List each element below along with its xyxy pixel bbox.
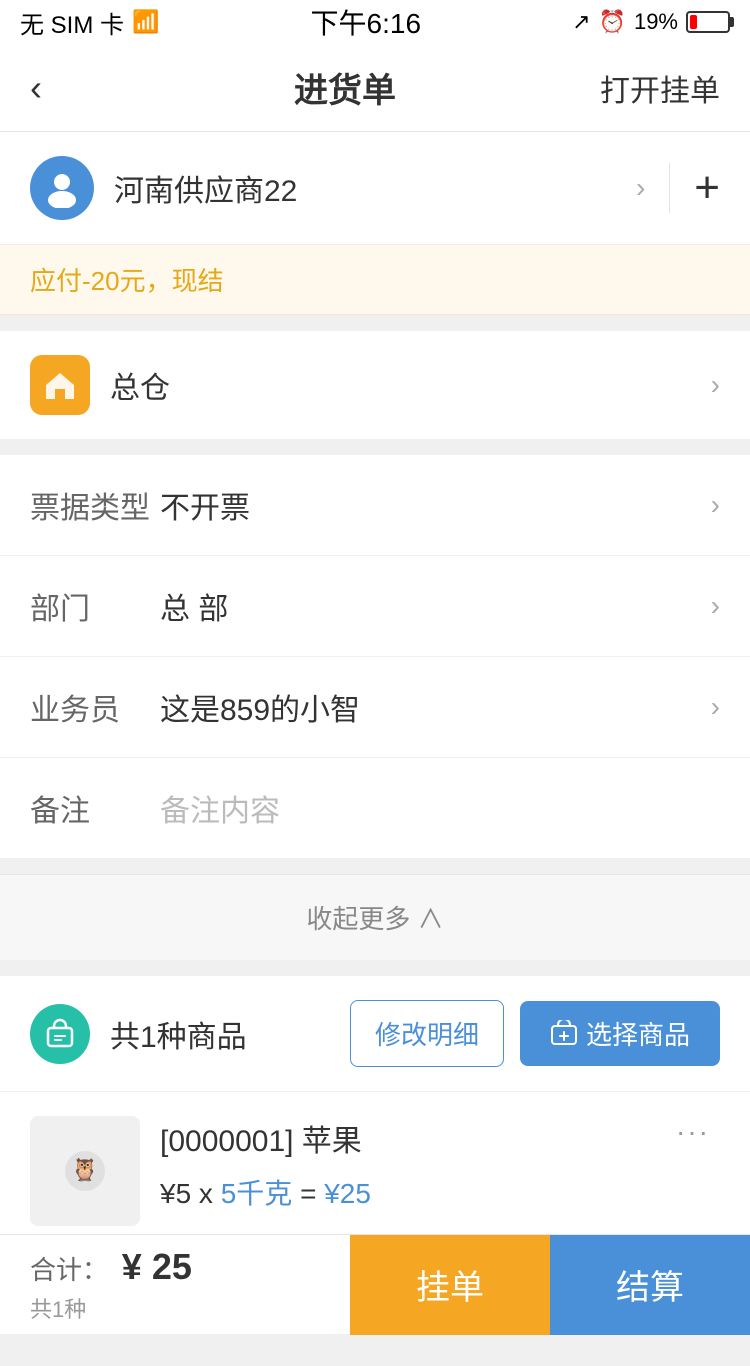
supplier-section: 河南供应商22 › + 应付-20元，现结 — [0, 132, 750, 315]
product-header: 共1种商品 修改明细 选择商品 — [0, 976, 750, 1092]
remark-placeholder: 备注内容 — [160, 786, 720, 830]
invoice-label: 票据类型 — [30, 483, 160, 527]
invoice-row[interactable]: 票据类型 不开票 › — [0, 455, 750, 555]
status-right: ↗ ⏰ 19% — [572, 9, 730, 35]
bottom-bar: 合计： ¥ 25 共1种 挂单 结算 — [0, 1234, 750, 1334]
total-section: 合计： ¥ 25 共1种 — [0, 1246, 350, 1324]
equals-sign: = — [300, 1178, 324, 1209]
price-value: ¥5 x — [160, 1178, 221, 1209]
total-line: 合计： ¥ 25 — [30, 1246, 320, 1288]
battery-text: 19% — [634, 9, 678, 35]
wifi-icon: 📶 — [132, 9, 159, 35]
remark-label: 备注 — [30, 786, 160, 830]
checkout-button[interactable]: 结算 — [550, 1235, 750, 1335]
hold-button[interactable]: 挂单 — [350, 1235, 550, 1335]
carrier-text: 无 SIM 卡 — [20, 5, 124, 40]
product-price: ¥5 x 5千克 = ¥25 — [160, 1172, 666, 1212]
department-row[interactable]: 部门 总 部 › — [0, 555, 750, 656]
status-bar: 无 SIM 卡 📶 下午6:16 ↗ ⏰ 19% — [0, 0, 750, 44]
status-left: 无 SIM 卡 📶 — [20, 5, 159, 40]
invoice-value: 不开票 — [160, 483, 711, 527]
product-info: [0000001] 苹果 ¥5 x 5千克 = ¥25 — [160, 1116, 666, 1212]
product-code: [0000001] — [160, 1125, 302, 1158]
add-button[interactable]: + — [694, 163, 720, 213]
page-title: 进货单 — [294, 63, 396, 112]
product-count-text: 共1种商品 — [110, 1012, 350, 1056]
warehouse-row[interactable]: 总仓 › — [0, 331, 750, 439]
product-section: 共1种商品 修改明细 选择商品 🦉 — [0, 976, 750, 1250]
select-product-button[interactable]: 选择商品 — [520, 1001, 720, 1066]
supplier-row[interactable]: 河南供应商22 › + — [0, 132, 750, 245]
total-label: 合计： — [30, 1255, 108, 1285]
warehouse-section: 总仓 › — [0, 331, 750, 439]
open-hold-button[interactable]: 打开挂单 — [600, 66, 720, 110]
product-title: 苹果 — [302, 1125, 362, 1158]
select-product-label: 选择商品 — [586, 1015, 690, 1052]
svg-text:🦉: 🦉 — [71, 1157, 98, 1182]
status-time: 下午6:16 — [311, 2, 422, 42]
chevron-right-icon: › — [711, 590, 720, 622]
quantity-value: 5千克 — [221, 1178, 293, 1209]
chevron-right-icon: › — [636, 172, 645, 204]
divider — [669, 163, 670, 213]
supplier-name: 河南供应商22 — [114, 166, 636, 210]
notice-bar: 应付-20元，现结 — [0, 245, 750, 315]
product-item: 🦉 [0000001] 苹果 ¥5 x 5千克 = ¥25 ··· — [0, 1092, 750, 1250]
product-thumbnail: 🦉 — [30, 1116, 140, 1226]
avatar — [30, 156, 94, 220]
alarm-icon: ⏰ — [599, 9, 626, 35]
total-count: 共1种 — [30, 1292, 320, 1324]
staff-row[interactable]: 业务员 这是859的小智 › — [0, 656, 750, 757]
product-icon — [30, 1004, 90, 1064]
notice-text: 应付-20元，现结 — [30, 266, 224, 296]
collapse-section: 收起更多 ∧ — [0, 874, 750, 960]
chevron-right-icon: › — [711, 489, 720, 521]
warehouse-icon — [30, 355, 90, 415]
nav-bar: ‹ 进货单 打开挂单 — [0, 44, 750, 132]
content: 河南供应商22 › + 应付-20元，现结 总仓 › 票据类型 不开票 › — [0, 132, 750, 1366]
warehouse-name: 总仓 — [110, 363, 711, 407]
department-value: 总 部 — [160, 584, 711, 628]
chevron-right-icon: › — [711, 691, 720, 723]
more-button[interactable]: ··· — [666, 1116, 720, 1148]
total-amount: ¥ 25 — [122, 1246, 192, 1287]
department-label: 部门 — [30, 584, 160, 628]
chevron-right-icon: › — [711, 369, 720, 401]
battery-icon — [686, 11, 730, 33]
back-button[interactable]: ‹ — [30, 67, 90, 109]
edit-detail-button[interactable]: 修改明细 — [350, 1000, 504, 1067]
staff-value: 这是859的小智 — [160, 685, 711, 729]
collapse-button[interactable]: 收起更多 ∧ — [0, 874, 750, 960]
collapse-label: 收起更多 ∧ — [306, 904, 443, 934]
location-icon: ↗ — [572, 9, 590, 35]
remark-row[interactable]: 备注 备注内容 — [0, 757, 750, 858]
total-value: ¥25 — [324, 1178, 371, 1209]
staff-label: 业务员 — [30, 685, 160, 729]
product-name: [0000001] 苹果 — [160, 1116, 666, 1160]
form-section: 票据类型 不开票 › 部门 总 部 › 业务员 这是859的小智 › 备注 备注… — [0, 455, 750, 858]
